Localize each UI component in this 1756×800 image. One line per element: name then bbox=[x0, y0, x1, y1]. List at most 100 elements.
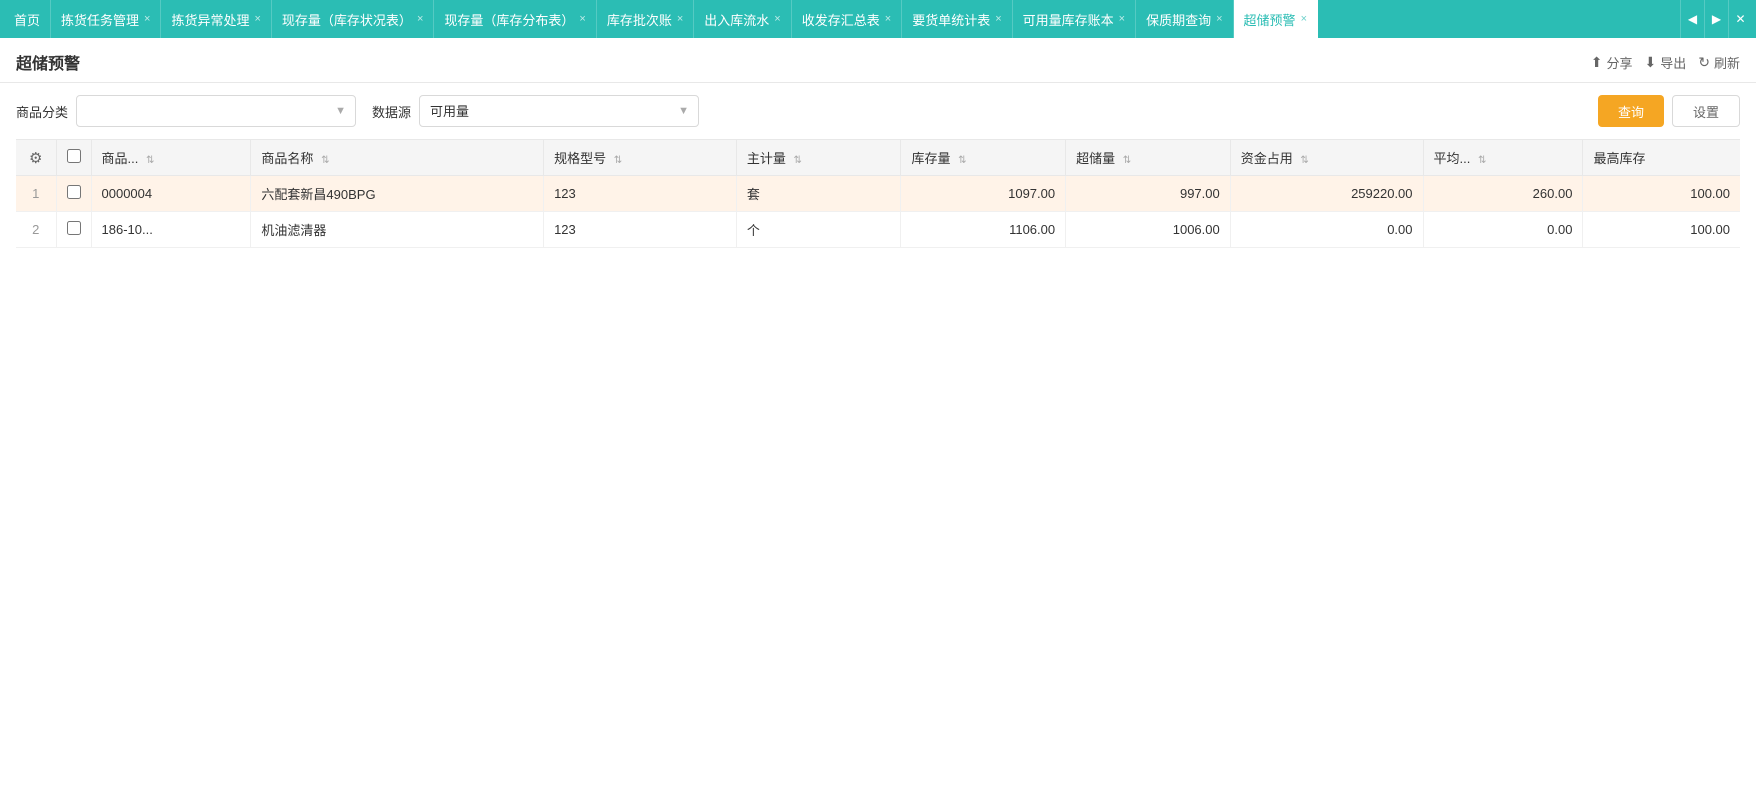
row-spec-0: 123 bbox=[544, 176, 737, 212]
datasource-label: 数据源 bbox=[372, 102, 411, 121]
row-checkbox-col-0 bbox=[56, 176, 91, 212]
settings-button[interactable]: 设置 bbox=[1672, 95, 1740, 127]
row-checkbox-1[interactable] bbox=[67, 221, 81, 235]
col-header-capital[interactable]: 资金占用 ⇅ bbox=[1230, 140, 1423, 176]
data-table: ⚙ 商品... ⇅ 商品名称 ⇅ 规格型号 ⇅ bbox=[16, 139, 1740, 248]
nav-tab-inventory-status[interactable]: 现存量（库存状况表） × bbox=[272, 0, 434, 38]
nav-tab-req-stat[interactable]: 要货单统计表 × bbox=[902, 0, 1012, 38]
nav-tab-close-avail-account[interactable]: × bbox=[1119, 13, 1125, 25]
row-checkbox-0[interactable] bbox=[67, 185, 81, 199]
nav-tab-summary[interactable]: 收发存汇总表 × bbox=[792, 0, 902, 38]
top-nav: 首页 拣货任务管理 × 拣货异常处理 × 现存量（库存状况表） × 现存量（库存… bbox=[0, 0, 1756, 38]
col-header-max-stock[interactable]: 最高库存 bbox=[1583, 140, 1740, 176]
nav-tab-overstock[interactable]: 超储预警 × bbox=[1234, 0, 1318, 38]
category-label: 商品分类 bbox=[16, 102, 68, 121]
nav-tab-batch[interactable]: 库存批次账 × bbox=[597, 0, 694, 38]
row-sku-code-0: 0000004 bbox=[91, 176, 251, 212]
nav-arrow-right[interactable]: ▶ bbox=[1704, 0, 1728, 38]
nav-tab-close-inventory-dist[interactable]: × bbox=[579, 13, 585, 25]
row-sku-name-1: 机油滤清器 bbox=[251, 212, 544, 248]
nav-arrow-close[interactable]: ✕ bbox=[1728, 0, 1752, 38]
share-button[interactable]: ⬆ 分享 bbox=[1591, 53, 1633, 72]
sort-icon-capital: ⇅ bbox=[1300, 155, 1308, 166]
row-sku-code-1: 186-10... bbox=[91, 212, 251, 248]
row-max-stock-1: 100.00 bbox=[1583, 212, 1740, 248]
nav-tab-inout-flow[interactable]: 出入库流水 × bbox=[694, 0, 791, 38]
nav-tab-close-req-stat[interactable]: × bbox=[995, 13, 1001, 25]
table-container: ⚙ 商品... ⇅ 商品名称 ⇅ 规格型号 ⇅ bbox=[0, 139, 1756, 248]
table-row: 1 0000004 六配套新昌490BPG 123 套 1097.00 997.… bbox=[16, 176, 1740, 212]
table-gear-icon[interactable]: ⚙ bbox=[29, 150, 42, 167]
sort-icon-unit: ⇅ bbox=[794, 155, 802, 166]
row-stock-0: 1097.00 bbox=[901, 176, 1066, 212]
col-header-overstock[interactable]: 超储量 ⇅ bbox=[1066, 140, 1231, 176]
row-spec-1: 123 bbox=[544, 212, 737, 248]
nav-tab-close-task-mgmt[interactable]: × bbox=[144, 13, 150, 25]
category-select-wrapper: ▼ bbox=[76, 95, 356, 127]
export-button[interactable]: ⬇ 导出 bbox=[1645, 53, 1687, 72]
nav-tab-abnormal[interactable]: 拣货异常处理 × bbox=[161, 0, 271, 38]
col-header-settings: ⚙ bbox=[16, 140, 56, 176]
header-actions: ⬆ 分享 ⬇ 导出 ↻ 刷新 bbox=[1591, 53, 1740, 72]
datasource-select[interactable]: 可用量 库存量 bbox=[419, 95, 699, 127]
category-select[interactable] bbox=[76, 95, 356, 127]
filter-bar: 商品分类 ▼ 数据源 可用量 库存量 ▼ 查询 设置 bbox=[0, 83, 1756, 139]
nav-tab-close-expiry[interactable]: × bbox=[1216, 13, 1222, 25]
nav-tab-close-inventory-status[interactable]: × bbox=[417, 13, 423, 25]
nav-tab-task-mgmt[interactable]: 拣货任务管理 × bbox=[51, 0, 161, 38]
row-avg-1: 0.00 bbox=[1423, 212, 1583, 248]
row-avg-0: 260.00 bbox=[1423, 176, 1583, 212]
nav-tab-avail-account[interactable]: 可用量库存账本 × bbox=[1013, 0, 1136, 38]
row-capital-1: 0.00 bbox=[1230, 212, 1423, 248]
row-sku-name-0: 六配套新昌490BPG bbox=[251, 176, 544, 212]
filter-actions: 查询 设置 bbox=[1598, 95, 1740, 127]
datasource-select-wrapper: 可用量 库存量 ▼ bbox=[419, 95, 699, 127]
nav-tab-close-abnormal[interactable]: × bbox=[254, 13, 260, 25]
col-header-unit[interactable]: 主计量 ⇅ bbox=[736, 140, 901, 176]
page-header: 超储预警 ⬆ 分享 ⬇ 导出 ↻ 刷新 bbox=[0, 38, 1756, 83]
nav-tab-close-inout-flow[interactable]: × bbox=[774, 13, 780, 25]
nav-arrow-left[interactable]: ◀ bbox=[1680, 0, 1704, 38]
refresh-button[interactable]: ↻ 刷新 bbox=[1698, 53, 1740, 72]
row-unit-0: 套 bbox=[736, 176, 901, 212]
col-header-checkbox bbox=[56, 140, 91, 176]
table-row: 2 186-10... 机油滤清器 123 个 1106.00 1006.00 … bbox=[16, 212, 1740, 248]
sort-icon-sku-name: ⇅ bbox=[321, 155, 329, 166]
category-filter-group: 商品分类 ▼ bbox=[16, 95, 356, 127]
row-capital-0: 259220.00 bbox=[1230, 176, 1423, 212]
col-header-sku-code[interactable]: 商品... ⇅ bbox=[91, 140, 251, 176]
col-header-spec[interactable]: 规格型号 ⇅ bbox=[544, 140, 737, 176]
row-overstock-1: 1006.00 bbox=[1066, 212, 1231, 248]
datasource-filter-group: 数据源 可用量 库存量 ▼ bbox=[372, 95, 699, 127]
nav-tab-close-summary[interactable]: × bbox=[885, 13, 891, 25]
export-icon: ⬇ bbox=[1645, 54, 1657, 71]
row-stock-1: 1106.00 bbox=[901, 212, 1066, 248]
row-unit-1: 个 bbox=[736, 212, 901, 248]
query-button[interactable]: 查询 bbox=[1598, 95, 1664, 127]
col-header-sku-name[interactable]: 商品名称 ⇅ bbox=[251, 140, 544, 176]
select-all-checkbox[interactable] bbox=[67, 149, 81, 163]
nav-tab-close-overstock[interactable]: × bbox=[1301, 13, 1307, 25]
row-max-stock-0: 100.00 bbox=[1583, 176, 1740, 212]
page-title: 超储预警 bbox=[16, 50, 80, 74]
sort-icon-spec: ⇅ bbox=[614, 155, 622, 166]
nav-tab-inventory-dist[interactable]: 现存量（库存分布表） × bbox=[434, 0, 596, 38]
col-header-avg[interactable]: 平均... ⇅ bbox=[1423, 140, 1583, 176]
sort-icon-overstock: ⇅ bbox=[1123, 155, 1131, 166]
refresh-icon: ↻ bbox=[1698, 54, 1710, 71]
share-icon: ⬆ bbox=[1591, 54, 1603, 71]
row-num-1: 2 bbox=[16, 212, 56, 248]
row-overstock-0: 997.00 bbox=[1066, 176, 1231, 212]
nav-tab-expiry[interactable]: 保质期查询 × bbox=[1136, 0, 1233, 38]
sort-icon-sku-code: ⇅ bbox=[146, 155, 154, 166]
page-container: 超储预警 ⬆ 分享 ⬇ 导出 ↻ 刷新 商品分类 ▼ bbox=[0, 38, 1756, 800]
nav-tab-close-batch[interactable]: × bbox=[677, 13, 683, 25]
nav-arrows: ◀ ▶ ✕ bbox=[1680, 0, 1752, 38]
col-header-stock[interactable]: 库存量 ⇅ bbox=[901, 140, 1066, 176]
table-header-row: ⚙ 商品... ⇅ 商品名称 ⇅ 规格型号 ⇅ bbox=[16, 140, 1740, 176]
row-num-0: 1 bbox=[16, 176, 56, 212]
row-checkbox-col-1 bbox=[56, 212, 91, 248]
nav-tab-home[interactable]: 首页 bbox=[4, 0, 51, 38]
sort-icon-avg: ⇅ bbox=[1478, 155, 1486, 166]
sort-icon-stock: ⇅ bbox=[958, 155, 966, 166]
